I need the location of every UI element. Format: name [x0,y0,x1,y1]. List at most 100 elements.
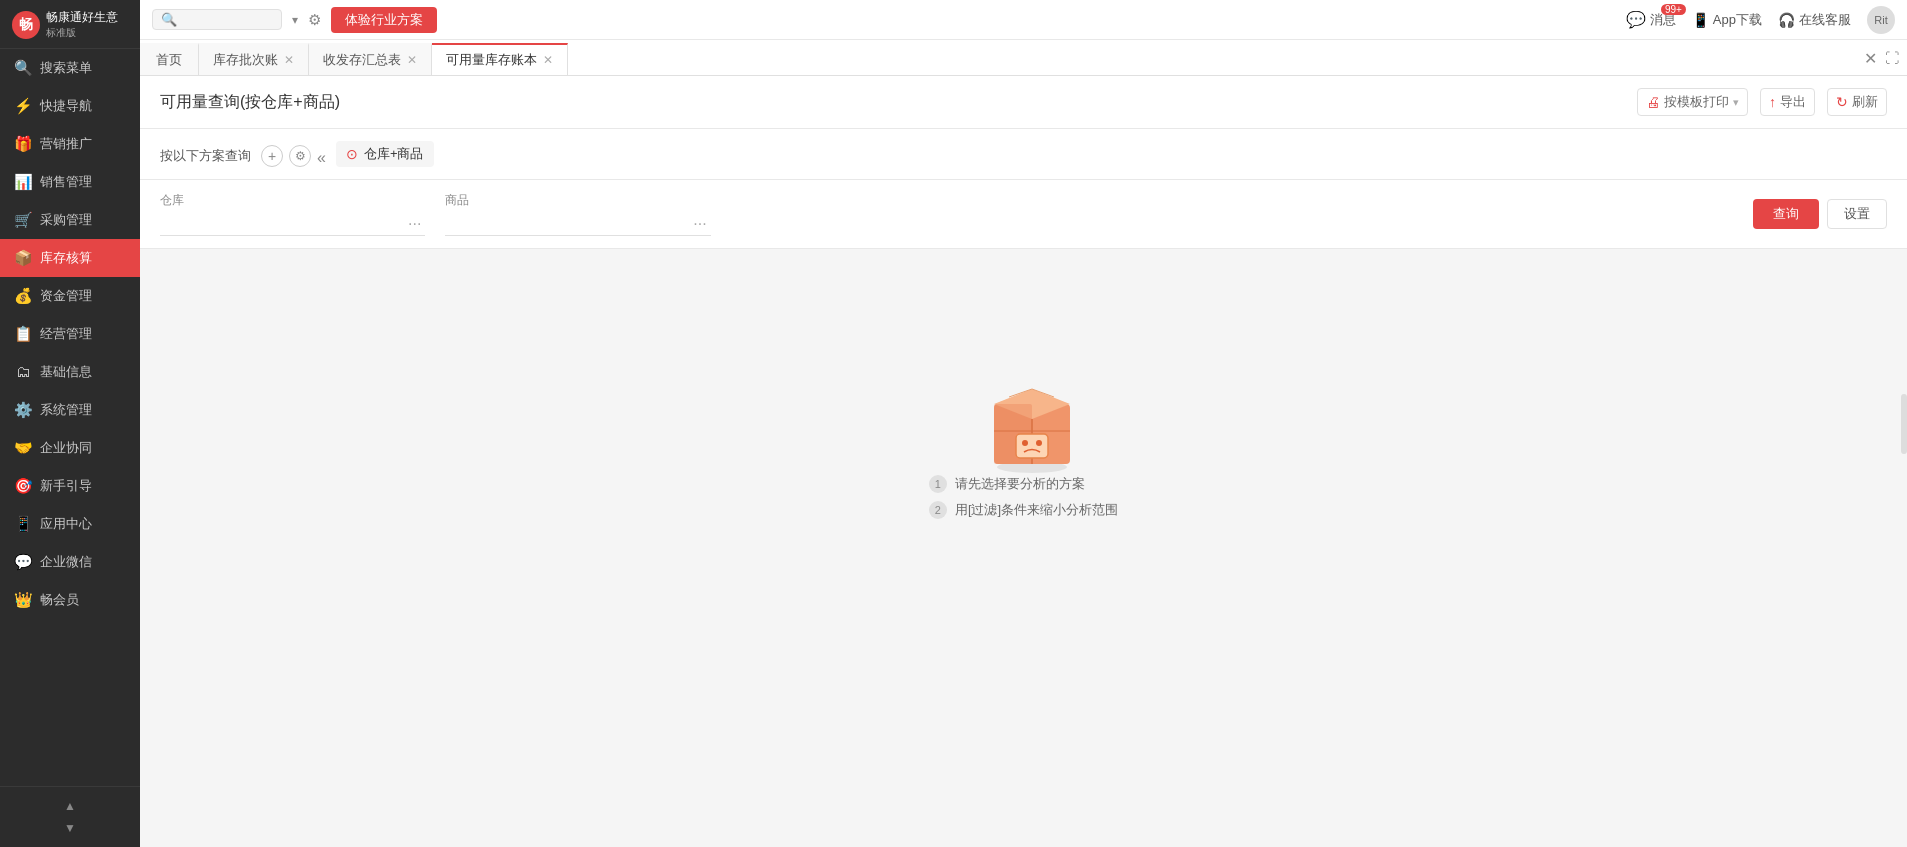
shortcut-icon: ⚡ [14,97,32,115]
sidebar-item-system[interactable]: ⚙️ 系统管理 [0,391,140,429]
product-input-container: ··· [445,213,710,236]
refresh-icon: ↻ [1836,94,1848,110]
query-button[interactable]: 查询 [1753,199,1819,229]
sidebar-bottom: ▲ ▼ [0,786,140,847]
page-header-actions: 🖨 按模板打印 ▾ ↑ 导出 ↻ 刷新 [1637,88,1887,116]
wechat-icon: 💬 [14,553,32,571]
column-settings-button[interactable]: 设置 [1827,199,1887,229]
filter-collapse-button[interactable]: « [317,145,326,167]
filter-section: 按以下方案查询 + ⚙ « ⊙ 仓库+商品 [140,129,1907,180]
sidebar-scroll-up-btn[interactable]: ▲ [0,795,140,817]
product-field: 商品 ··· [445,192,710,236]
headset-icon: 🎧 [1778,12,1795,28]
user-avatar[interactable]: Rit [1867,6,1895,34]
filter-scheme-label: 仓库+商品 [364,145,424,163]
sidebar-item-label: 快捷导航 [40,97,92,115]
page-content: 可用量查询(按仓库+商品) 🖨 按模板打印 ▾ ↑ 导出 ↻ 刷新 按以下方案 [140,76,1907,847]
sidebar-header: 畅 畅康通好生意 标准版 [0,0,140,49]
app-name: 畅康通好生意 [46,10,118,26]
warehouse-field: 仓库 ··· [160,192,425,236]
sidebar-item-app-center[interactable]: 📱 应用中心 [0,505,140,543]
sidebar-item-sales[interactable]: 📊 销售管理 [0,163,140,201]
sidebar-item-label: 企业协同 [40,439,92,457]
online-service-button[interactable]: 🎧 在线客服 [1778,11,1851,29]
page-header: 可用量查询(按仓库+商品) 🖨 按模板打印 ▾ ↑ 导出 ↻ 刷新 [140,76,1907,129]
app-download-button[interactable]: 📱 App下载 [1692,11,1762,29]
filter-add-button[interactable]: + [261,145,283,167]
sidebar-item-inventory[interactable]: 📦 库存核算 [0,239,140,277]
filter-settings-button[interactable]: ⚙ [289,145,311,167]
sidebar-item-finance[interactable]: 💰 资金管理 [0,277,140,315]
guide-icon: 🎯 [14,477,32,495]
sidebar-item-guide[interactable]: 🎯 新手引导 [0,467,140,505]
sidebar-item-label: 基础信息 [40,363,92,381]
tab-home[interactable]: 首页 [140,43,199,75]
search-bar[interactable]: 🔍 [152,9,282,30]
gear-icon[interactable]: ⚙ [308,11,321,29]
export-button[interactable]: ↑ 导出 [1760,88,1815,116]
sidebar-item-operations[interactable]: 📋 经营管理 [0,315,140,353]
tab-batch-account-close[interactable]: ✕ [284,53,294,67]
warehouse-more-icon[interactable]: ··· [408,215,421,233]
empty-step-2: 2 用[过滤]条件来缩小分析范围 [929,501,1118,519]
message-button[interactable]: 💬 消息 99+ [1626,10,1676,29]
tab-bar: 首页 库存批次账 ✕ 收发存汇总表 ✕ 可用量库存账本 ✕ ✕ ⛶ [140,40,1907,76]
sidebar-item-label: 系统管理 [40,401,92,419]
main-area: 🔍 ▾ ⚙ 体验行业方案 💬 消息 99+ 📱 App下载 🎧 在线客服 Rit [140,0,1907,847]
search-icon: 🔍 [161,12,177,27]
sidebar-item-shortcut[interactable]: ⚡ 快捷导航 [0,87,140,125]
svg-point-8 [1036,440,1042,446]
sidebar-item-label: 畅会员 [40,591,79,609]
product-more-icon[interactable]: ··· [693,215,706,233]
sidebar-item-label: 库存核算 [40,249,92,267]
trial-button[interactable]: 体验行业方案 [331,7,437,33]
tab-available-stock-label: 可用量库存账本 [446,51,537,69]
refresh-button[interactable]: ↻ 刷新 [1827,88,1887,116]
tab-stock-summary[interactable]: 收发存汇总表 ✕ [309,43,432,75]
sidebar-item-member[interactable]: 👑 畅会员 [0,581,140,619]
empty-text: 1 请先选择要分析的方案 2 用[过滤]条件来缩小分析范围 [929,475,1118,519]
tab-available-stock[interactable]: 可用量库存账本 ✕ [432,43,568,75]
refresh-label: 刷新 [1852,93,1878,111]
sidebar-item-wechat[interactable]: 💬 企业微信 [0,543,140,581]
purchase-icon: 🛒 [14,211,32,229]
print-label: 按模板打印 [1664,93,1729,111]
filter-scheme-item[interactable]: ⊙ 仓库+商品 [336,141,434,167]
right-scrollbar[interactable] [1901,394,1907,454]
sidebar-item-basic[interactable]: 🗂 基础信息 [0,353,140,391]
tab-batch-account[interactable]: 库存批次账 ✕ [199,43,309,75]
sidebar-scroll-down-btn[interactable]: ▼ [0,817,140,839]
warehouse-input[interactable] [164,217,404,232]
print-chevron-icon: ▾ [1733,96,1739,109]
sidebar-item-marketing[interactable]: 🎁 营销推广 [0,125,140,163]
sidebar-item-label: 营销推广 [40,135,92,153]
basic-icon: 🗂 [14,363,32,381]
operations-icon: 📋 [14,325,32,343]
sidebar-item-search[interactable]: 🔍 搜索菜单 [0,49,140,87]
step-2-number: 2 [929,501,947,519]
product-input[interactable] [449,217,689,232]
print-template-button[interactable]: 🖨 按模板打印 ▾ [1637,88,1748,116]
tab-batch-account-label: 库存批次账 [213,51,278,69]
product-label: 商品 [445,192,710,209]
sidebar-item-cooperation[interactable]: 🤝 企业协同 [0,429,140,467]
warehouse-label: 仓库 [160,192,425,209]
tab-home-label: 首页 [156,51,182,69]
sidebar-item-label: 新手引导 [40,477,92,495]
export-label: 导出 [1780,93,1806,111]
tab-stock-summary-close[interactable]: ✕ [407,53,417,67]
step-1-number: 1 [929,475,947,493]
phone-icon: 📱 [1692,12,1709,28]
tab-available-stock-close[interactable]: ✕ [543,53,553,67]
sidebar-item-label: 资金管理 [40,287,92,305]
sidebar-item-purchase[interactable]: 🛒 采购管理 [0,201,140,239]
search-input[interactable] [181,13,271,27]
finance-icon: 💰 [14,287,32,305]
chevron-down-icon[interactable]: ▾ [292,13,298,27]
expand-tabs-button[interactable]: ⛶ [1885,50,1899,66]
close-all-tabs-button[interactable]: ✕ [1864,48,1877,67]
app-center-icon: 📱 [14,515,32,533]
message-badge: 99+ [1661,4,1686,15]
empty-state: 1 请先选择要分析的方案 2 用[过滤]条件来缩小分析范围 [140,249,1907,629]
marketing-icon: 🎁 [14,135,32,153]
